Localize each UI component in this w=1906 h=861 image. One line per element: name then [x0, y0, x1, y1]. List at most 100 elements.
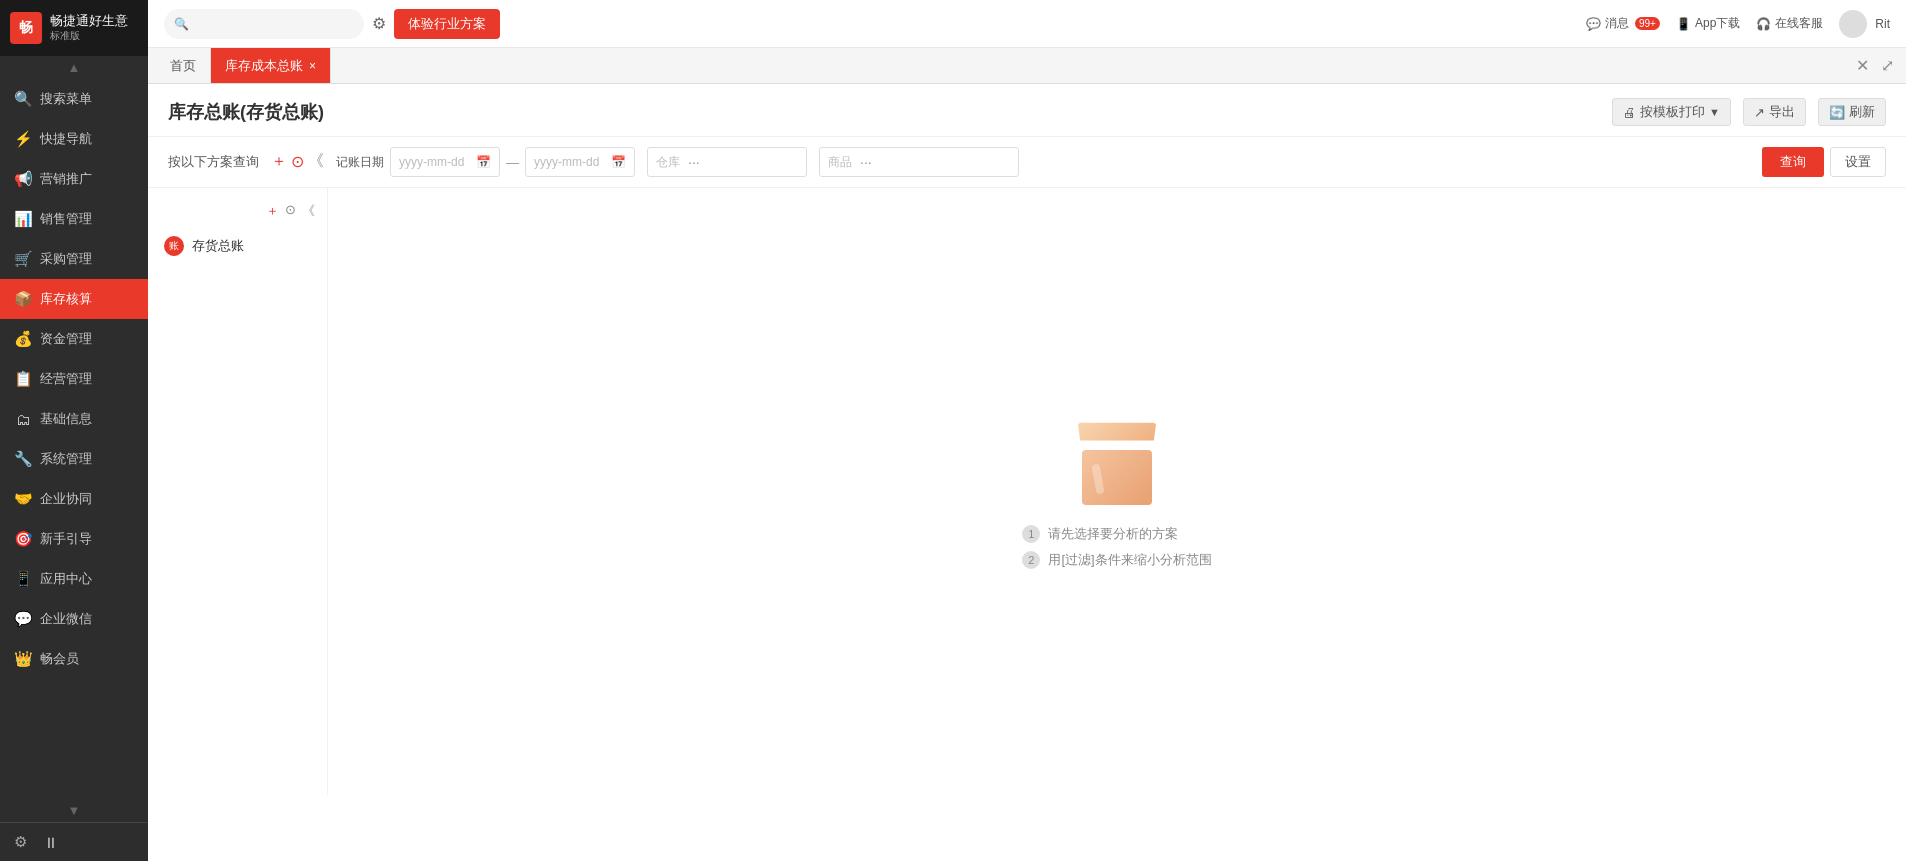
empty-box-icon	[1072, 415, 1162, 505]
date-start-input[interactable]: yyyy-mm-dd 📅	[390, 147, 500, 177]
filter-controls: 记账日期 yyyy-mm-dd 📅 — yyyy-mm-dd 📅 仓库 ···	[336, 147, 1886, 177]
sidebar-item-quick-nav[interactable]: ⚡ 快捷导航	[0, 119, 148, 159]
sidebar-item-member[interactable]: 👑 畅会员	[0, 639, 148, 679]
close-panel-icon[interactable]: ✕	[1852, 54, 1873, 77]
enterprise-icon: 🤝	[14, 490, 32, 508]
app-download-btn[interactable]: 📱 App下载	[1676, 15, 1740, 32]
refresh-icon: 🔄	[1829, 105, 1845, 120]
main-area: 🔍 ⚙ 体验行业方案 💬 消息 99+ 📱 App下载 🎧 在线客服 Rit	[148, 0, 1906, 861]
avatar	[1839, 10, 1867, 38]
refresh-btn[interactable]: 🔄 刷新	[1818, 98, 1886, 126]
print-dropdown-icon[interactable]: ▼	[1709, 106, 1720, 118]
tab-close-icon[interactable]: ×	[309, 59, 316, 73]
system-icon: 🔧	[14, 450, 32, 468]
tip-num-1: 1	[1022, 525, 1040, 543]
date-label: 记账日期	[336, 154, 384, 171]
sidebar-footer: ⚙ ⏸	[0, 822, 148, 861]
user-area[interactable]: Rit	[1839, 10, 1890, 38]
page-header: 库存总账(存货总账) 🖨 按模板打印 ▼ ↗ 导出 🔄 刷新	[148, 84, 1906, 137]
goods-select[interactable]: 商品 ···	[819, 147, 1019, 177]
left-panel: ＋ ⊙ 《 账 存货总账	[148, 188, 328, 795]
sidebar-item-system[interactable]: 🔧 系统管理	[0, 439, 148, 479]
left-panel-item-inventory[interactable]: 账 存货总账	[148, 228, 327, 264]
logo-icon: 畅	[10, 12, 42, 44]
sidebar-scroll-up[interactable]: ▲	[0, 56, 148, 79]
collapse-filter-icon[interactable]: 《	[308, 151, 324, 172]
search-bar[interactable]: 🔍	[164, 9, 364, 39]
online-service-btn[interactable]: 🎧 在线客服	[1756, 15, 1823, 32]
sidebar-nav: 🔍 搜索菜单 ⚡ 快捷导航 📢 营销推广 📊 销售管理 🛒 采购管理 📦 库存核…	[0, 79, 148, 799]
date-end-input[interactable]: yyyy-mm-dd 📅	[525, 147, 635, 177]
sidebar-item-wechat[interactable]: 💬 企业微信	[0, 599, 148, 639]
date-end-placeholder: yyyy-mm-dd	[534, 155, 599, 169]
industry-btn[interactable]: 体验行业方案	[394, 9, 500, 39]
page-title: 库存总账(存货总账)	[168, 100, 324, 124]
goods-label: 商品	[828, 154, 852, 171]
tip-item-1: 1 请先选择要分析的方案	[1022, 525, 1211, 543]
date-start-placeholder: yyyy-mm-dd	[399, 155, 464, 169]
tab-home[interactable]: 首页	[156, 48, 211, 83]
sidebar-item-basic-info[interactable]: 🗂 基础信息	[0, 399, 148, 439]
right-empty-panel: 1 请先选择要分析的方案 2 用[过滤]条件来缩小分析范围	[328, 188, 1906, 795]
calendar-start-icon[interactable]: 📅	[476, 155, 491, 169]
sidebar-item-search-menu[interactable]: 🔍 搜索菜单	[0, 79, 148, 119]
export-icon: ↗	[1754, 105, 1765, 120]
sidebar-scroll-down[interactable]: ▼	[0, 799, 148, 822]
finance-icon: 💰	[14, 330, 32, 348]
left-panel-config-icon[interactable]: ⊙	[285, 202, 296, 220]
left-panel-add-icon[interactable]: ＋	[266, 202, 279, 220]
tabs-right-controls: ✕ ⤢	[1852, 54, 1906, 77]
add-filter-icon[interactable]: ＋	[271, 151, 287, 172]
message-btn[interactable]: 💬 消息 99+	[1586, 15, 1660, 32]
member-icon: 👑	[14, 650, 32, 668]
box-body	[1082, 450, 1152, 505]
resize-panel-icon[interactable]: ⤢	[1877, 54, 1898, 77]
filter-add-btns: ＋ ⊙ 《	[271, 147, 324, 172]
warehouse-select[interactable]: 仓库 ···	[647, 147, 807, 177]
operation-icon: 📋	[14, 370, 32, 388]
phone-icon: 📱	[1676, 17, 1691, 31]
sidebar-item-app-center[interactable]: 📱 应用中心	[0, 559, 148, 599]
print-btn[interactable]: 🖨 按模板打印 ▼	[1612, 98, 1731, 126]
left-panel-collapse-icon[interactable]: 《	[302, 202, 315, 220]
page-header-actions: 🖨 按模板打印 ▼ ↗ 导出 🔄 刷新	[1612, 98, 1886, 126]
app-badge: 标准版	[50, 29, 128, 43]
app-center-icon: 📱	[14, 570, 32, 588]
box-shine	[1091, 463, 1104, 494]
wechat-icon: 💬	[14, 610, 32, 628]
tab-inventory-cost[interactable]: 库存成本总账 ×	[211, 48, 331, 83]
collapse-icon[interactable]: ⏸	[43, 834, 58, 851]
app-logo: 畅 畅捷通好生意 标准版	[0, 0, 148, 56]
inventory-icon: 📦	[14, 290, 32, 308]
purchase-icon: 🛒	[14, 250, 32, 268]
sidebar-item-sales[interactable]: 📊 销售管理	[0, 199, 148, 239]
gear-icon[interactable]: ⚙	[372, 14, 386, 33]
inventory-ledger-icon: 账	[164, 236, 184, 256]
username: Rit	[1875, 17, 1890, 31]
warehouse-more-icon[interactable]: ···	[688, 154, 700, 170]
query-btn[interactable]: 查询	[1762, 147, 1824, 177]
date-range: 记账日期 yyyy-mm-dd 📅 — yyyy-mm-dd 📅	[336, 147, 635, 177]
settings-btn[interactable]: 设置	[1830, 147, 1886, 177]
basic-info-icon: 🗂	[14, 411, 32, 428]
export-btn[interactable]: ↗ 导出	[1743, 98, 1806, 126]
goods-more-icon[interactable]: ···	[860, 154, 872, 170]
left-panel-icons: ＋ ⊙ 《	[266, 202, 315, 220]
settings-icon[interactable]: ⚙	[14, 833, 27, 851]
sidebar-item-purchase[interactable]: 🛒 采购管理	[0, 239, 148, 279]
filter-settings-icon[interactable]: ⊙	[291, 152, 304, 171]
printer-icon: 🖨	[1623, 105, 1636, 120]
left-panel-header: ＋ ⊙ 《	[148, 198, 327, 228]
page-content: 库存总账(存货总账) 🖨 按模板打印 ▼ ↗ 导出 🔄 刷新 按以下方案查询	[148, 84, 1906, 861]
topbar-right: 💬 消息 99+ 📱 App下载 🎧 在线客服 Rit	[1586, 10, 1890, 38]
date-separator: —	[506, 155, 519, 170]
sidebar-item-newbie[interactable]: 🎯 新手引导	[0, 519, 148, 559]
marketing-icon: 📢	[14, 170, 32, 188]
calendar-end-icon[interactable]: 📅	[611, 155, 626, 169]
sidebar-item-finance[interactable]: 💰 资金管理	[0, 319, 148, 359]
sidebar-item-marketing[interactable]: 📢 营销推广	[0, 159, 148, 199]
sidebar-item-inventory[interactable]: 📦 库存核算	[0, 279, 148, 319]
empty-illustration: 1 请先选择要分析的方案 2 用[过滤]条件来缩小分析范围	[1022, 415, 1211, 569]
sidebar-item-enterprise[interactable]: 🤝 企业协同	[0, 479, 148, 519]
sidebar-item-operation[interactable]: 📋 经营管理	[0, 359, 148, 399]
